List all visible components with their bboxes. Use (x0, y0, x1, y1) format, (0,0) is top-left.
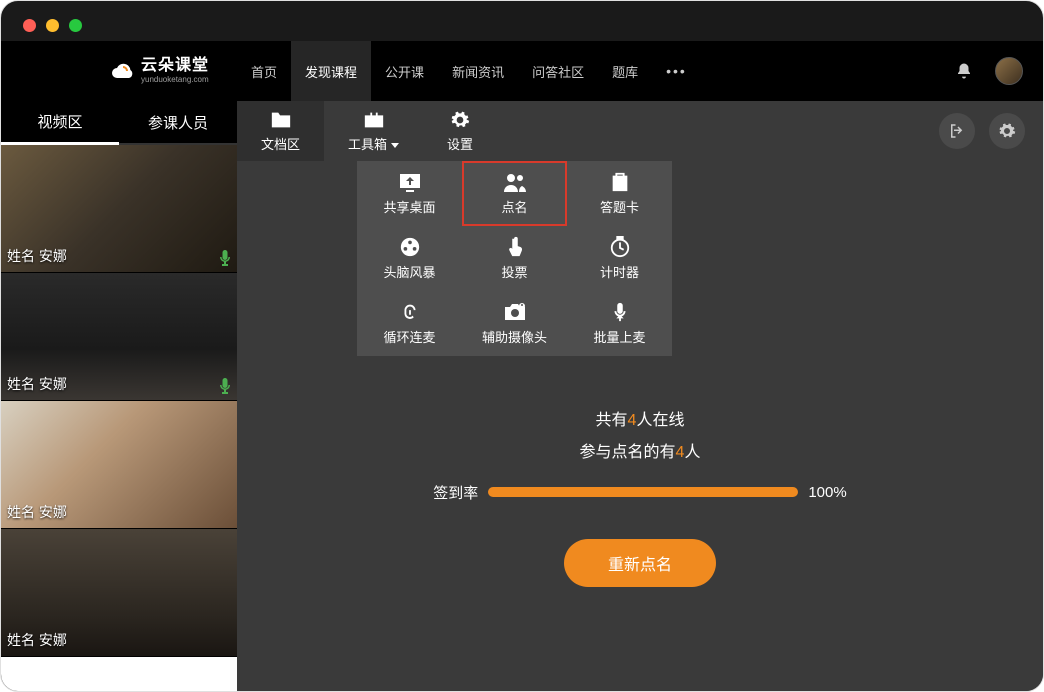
nav-more[interactable]: ••• (652, 63, 701, 79)
tool-vote-label: 投票 (501, 262, 527, 281)
tab-settings[interactable]: 设置 (423, 101, 497, 161)
gear-icon (449, 110, 471, 130)
cloud-logo-icon (111, 59, 135, 83)
tab-toolbox-label: 工具箱 (348, 134, 399, 153)
rate-label: 签到率 (433, 482, 478, 503)
chevron-down-icon (391, 143, 399, 148)
nav-home[interactable]: 首页 (237, 41, 291, 101)
tool-timer-label: 计时器 (600, 262, 639, 281)
tool-batch-mic[interactable]: 批量上麦 (567, 291, 672, 356)
rate-value: 100% (808, 484, 846, 501)
folder-icon (270, 110, 292, 130)
main-nav: 首页 发现课程 公开课 新闻资讯 问答社区 题库 ••• (237, 41, 701, 101)
briefcase-icon (363, 110, 385, 130)
video-tile[interactable]: 姓名 安娜 (1, 273, 237, 401)
participant-name: 姓名 安娜 (7, 630, 67, 650)
film-reel-icon (398, 236, 422, 258)
screen-share-icon (398, 171, 422, 193)
video-placeholder (1, 657, 237, 691)
clock-icon (608, 236, 632, 258)
tool-timer[interactable]: 计时器 (567, 226, 672, 291)
app-window: 云朵课堂 yunduoketang.com 首页 发现课程 公开课 新闻资讯 问… (0, 0, 1044, 692)
tool-loopmic-label: 循环连麦 (383, 327, 435, 346)
video-list: 姓名 安娜 姓名 安娜 姓名 安娜 姓名 安娜 (1, 145, 237, 691)
retry-roll-button[interactable]: 重新点名 (564, 539, 716, 587)
touch-icon (503, 236, 527, 258)
mic-on-icon (219, 250, 231, 266)
progress-bar (488, 487, 798, 497)
tab-settings-label: 设置 (447, 134, 473, 153)
tool-roll-label: 点名 (501, 197, 527, 216)
nav-qa[interactable]: 问答社区 (518, 41, 598, 101)
mic-on-icon (219, 378, 231, 394)
nav-bank[interactable]: 题库 (598, 41, 652, 101)
participant-name: 姓名 安娜 (7, 502, 67, 522)
window-controls (23, 19, 82, 32)
tool-aux-camera[interactable]: 辅助摄像头 (462, 291, 567, 356)
maximize-window-icon[interactable] (69, 19, 82, 32)
tool-roll-call[interactable]: 点名 (462, 161, 567, 226)
loop-mic-icon (398, 301, 422, 323)
tool-batchmic-label: 批量上麦 (593, 327, 645, 346)
tool-brainstorm[interactable]: 头脑风暴 (357, 226, 462, 291)
nav-news[interactable]: 新闻资讯 (438, 41, 518, 101)
minimize-window-icon[interactable] (46, 19, 59, 32)
top-navigation: 云朵课堂 yunduoketang.com 首页 发现课程 公开课 新闻资讯 问… (1, 41, 1043, 101)
tool-loop-mic[interactable]: 循环连麦 (357, 291, 462, 356)
tool-answer-card[interactable]: 答题卡 (567, 161, 672, 226)
participant-name: 姓名 安娜 (7, 246, 67, 266)
nav-public[interactable]: 公开课 (371, 41, 438, 101)
tab-documents[interactable]: 文档区 (237, 101, 324, 161)
close-window-icon[interactable] (23, 19, 36, 32)
video-tile[interactable]: 姓名 安娜 (1, 145, 237, 273)
tab-toolbox[interactable]: 工具箱 (324, 101, 423, 161)
clipboard-icon (608, 171, 632, 193)
tool-share-desktop[interactable]: 共享桌面 (357, 161, 462, 226)
user-avatar[interactable] (995, 57, 1023, 85)
video-tile[interactable]: 姓名 安娜 (1, 401, 237, 529)
camera-plus-icon (503, 301, 527, 323)
exit-icon (948, 122, 966, 140)
tool-share-label: 共享桌面 (383, 197, 435, 216)
tool-vote[interactable]: 投票 (462, 226, 567, 291)
exit-button[interactable] (939, 113, 975, 149)
tool-auxcam-label: 辅助摄像头 (482, 327, 547, 346)
video-tile[interactable]: 姓名 安娜 (1, 529, 237, 657)
topbar-right (955, 57, 1023, 85)
toolbar-right (939, 101, 1043, 161)
panel-toolbar: 文档区 工具箱 设置 (237, 101, 1043, 161)
logo-text: 云朵课堂 (141, 58, 209, 74)
left-sidebar: 视频区 参课人员 姓名 安娜 姓名 安娜 姓名 安娜 (1, 101, 237, 691)
tab-documents-label: 文档区 (261, 134, 300, 153)
main-body: 视频区 参课人员 姓名 安娜 姓名 安娜 姓名 安娜 (1, 101, 1043, 691)
bell-icon[interactable] (955, 62, 973, 80)
tab-video[interactable]: 视频区 (1, 101, 119, 145)
logo-subtext: yunduoketang.com (141, 76, 209, 84)
mic-upload-icon (608, 301, 632, 323)
brand-logo[interactable]: 云朵课堂 yunduoketang.com (111, 58, 209, 84)
settings-button[interactable] (989, 113, 1025, 149)
online-count-line: 共有4人在线 (596, 406, 685, 430)
sidebar-tabs: 视频区 参课人员 (1, 101, 237, 145)
people-icon (503, 171, 527, 193)
toolbox-dropdown: 共享桌面 点名 答题卡 头脑风暴 投票 (357, 161, 672, 356)
main-panel: 文档区 工具箱 设置 (237, 101, 1043, 691)
video-tile-empty (1, 657, 237, 691)
progress-row: 签到率 100% (433, 482, 846, 503)
nav-discover[interactable]: 发现课程 (291, 41, 371, 101)
roll-count-line: 参与点名的有4人 (580, 438, 701, 462)
tool-brain-label: 头脑风暴 (383, 262, 435, 281)
participant-name: 姓名 安娜 (7, 374, 67, 394)
tab-participants[interactable]: 参课人员 (119, 101, 237, 143)
gear-icon (998, 122, 1016, 140)
tool-answer-label: 答题卡 (600, 197, 639, 216)
